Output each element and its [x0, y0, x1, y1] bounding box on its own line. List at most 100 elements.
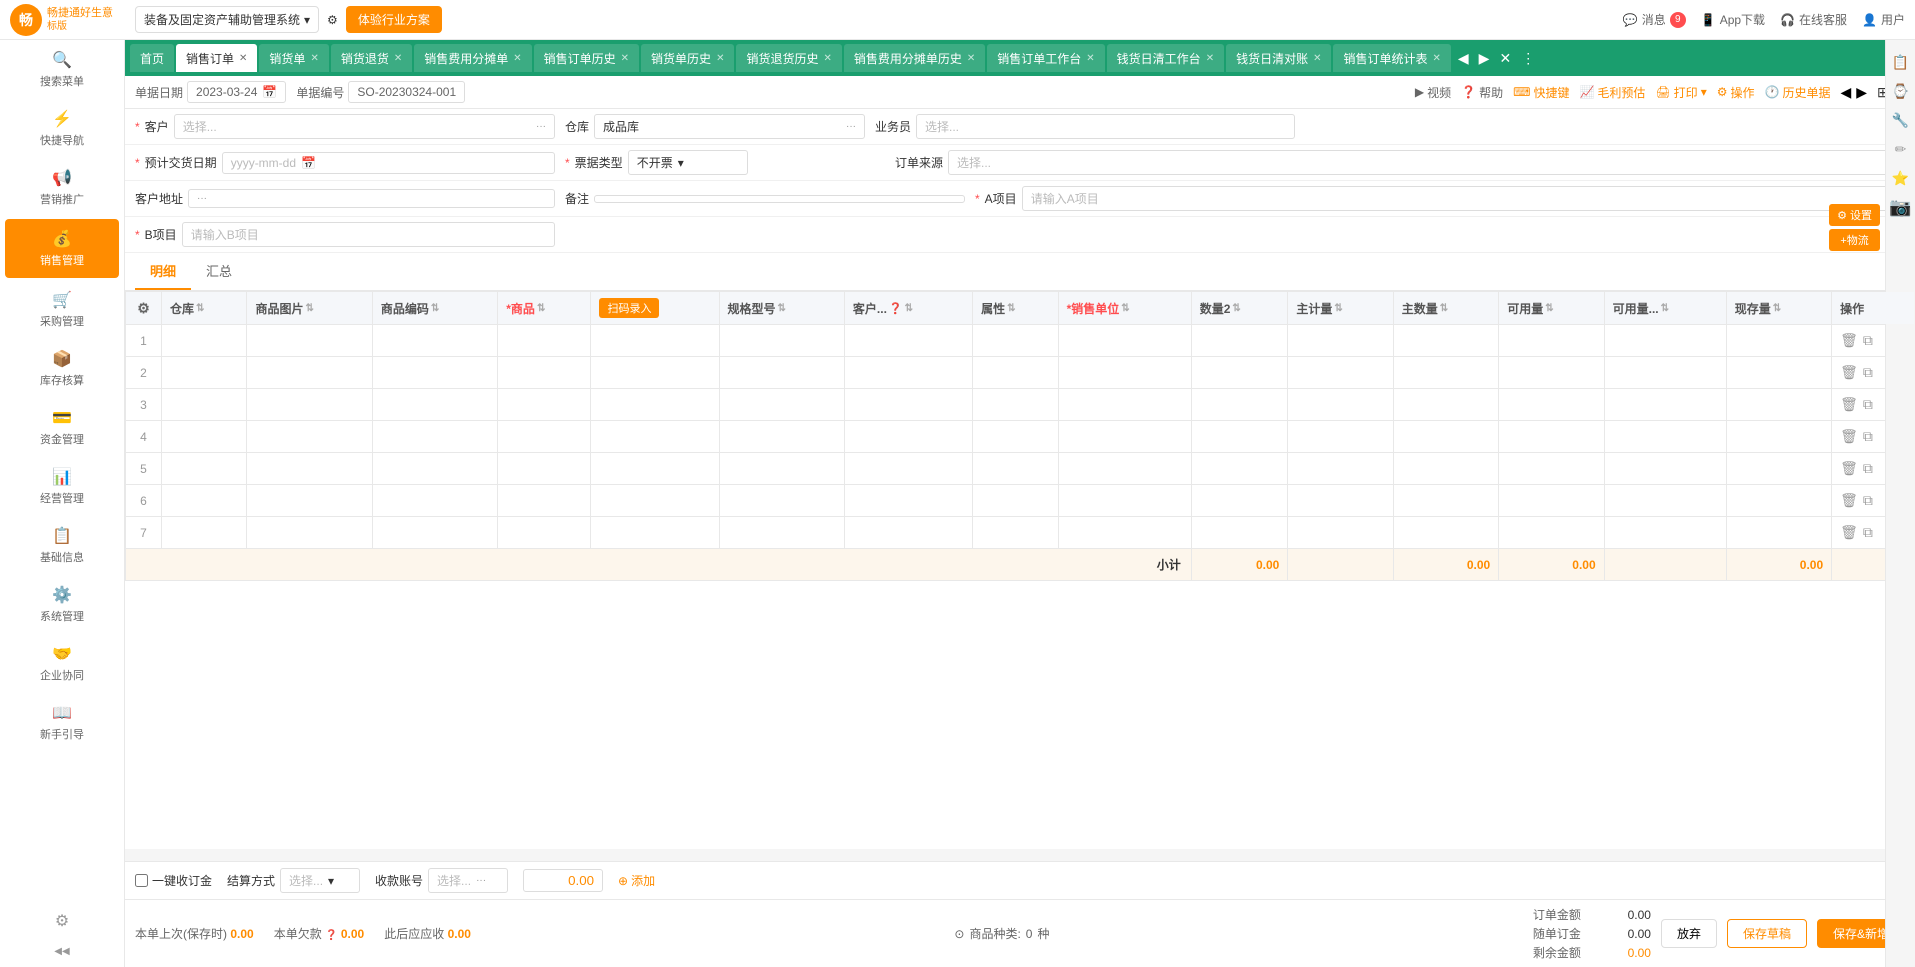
tab-sales-goods[interactable]: 销货单 ✕ [259, 44, 328, 72]
sidebar-item-guide[interactable]: 📖 新手引导 [0, 693, 124, 752]
th-goods[interactable]: *商品⇅ [498, 292, 591, 325]
horizontal-scrollbar[interactable] [125, 849, 1915, 861]
next-record-btn[interactable]: ▶ [1856, 84, 1867, 101]
th-attribute[interactable]: 属性⇅ [973, 292, 1058, 325]
help-btn[interactable]: ❓ 帮助 [1461, 84, 1503, 101]
th-goods-image[interactable]: 商品图片⇅ [247, 292, 372, 325]
tab-sales-order-history[interactable]: 销售订单历史 ✕ [534, 44, 639, 72]
side-panel-icon-5[interactable]: ⭐ [1889, 166, 1913, 190]
sidebar-item-purchase[interactable]: 🛒 采购管理 [0, 280, 124, 339]
customer-address-input[interactable]: ··· [188, 189, 555, 208]
side-panel-icon-3[interactable]: 🔧 [1889, 108, 1913, 132]
tab-close-icon[interactable]: ✕ [1206, 53, 1214, 64]
th-sales-unit[interactable]: *销售单位⇅ [1058, 292, 1191, 325]
tab-nav-next[interactable]: ▶ [1474, 50, 1495, 67]
copy-icon[interactable]: ⧉ [1863, 364, 1873, 381]
th-available2[interactable]: 可用量...⇅ [1604, 292, 1726, 325]
row-warehouse[interactable] [162, 325, 247, 357]
row-qty2[interactable] [1191, 325, 1288, 357]
side-panel-icon-6[interactable]: 📷 [1889, 195, 1913, 219]
row-current[interactable] [1726, 325, 1831, 357]
row-goods-code[interactable] [372, 325, 497, 357]
industry-btn[interactable]: 体验行业方案 [346, 6, 442, 33]
discard-btn[interactable]: 放弃 [1661, 919, 1717, 948]
th-gear[interactable]: ⚙ [126, 292, 162, 325]
th-main-qty[interactable]: 主数量⇅ [1393, 292, 1498, 325]
settings-gear[interactable]: ⚙ [327, 13, 338, 27]
tab-close-icon[interactable]: ✕ [823, 53, 831, 64]
th-qty2[interactable]: 数量2⇅ [1191, 292, 1288, 325]
row-customer[interactable] [844, 325, 972, 357]
row-attribute[interactable] [973, 325, 1058, 357]
scan-btn[interactable]: 扫码录入 [599, 298, 659, 318]
tab-close-icon[interactable]: ✕ [1433, 53, 1441, 64]
tab-sales-expense[interactable]: 销售费用分摊单 ✕ [414, 44, 531, 72]
delete-icon[interactable]: 🗑 [1840, 524, 1858, 541]
warehouse-more-icon[interactable]: ··· [846, 121, 856, 132]
history-btn[interactable]: 🕐 历史单据 [1765, 84, 1831, 101]
tab-goods-history[interactable]: 销货单历史 ✕ [641, 44, 734, 72]
row-goods-image[interactable] [247, 325, 372, 357]
user-btn[interactable]: 👤 用户 [1862, 11, 1905, 28]
gear-icon[interactable]: ⚙ [137, 300, 150, 316]
save-draft-btn[interactable]: 保存草稿 [1727, 919, 1807, 948]
tab-detail[interactable]: 明细 [135, 253, 191, 290]
tab-sales-stats[interactable]: 销售订单统计表 ✕ [1333, 44, 1450, 72]
th-available[interactable]: 可用量⇅ [1499, 292, 1604, 325]
delete-icon[interactable]: 🗑 [1840, 332, 1858, 349]
message-btn[interactable]: 💬 消息 9 [1623, 11, 1686, 28]
sidebar-item-enterprise[interactable]: 🤝 企业协同 [0, 634, 124, 693]
sidebar-item-shortcuts[interactable]: ⚡ 快捷导航 [0, 99, 124, 158]
add-goods-btn[interactable]: +物流 [1829, 229, 1880, 251]
receipt-amount-input[interactable] [523, 869, 603, 892]
address-more-icon[interactable]: ··· [197, 193, 207, 204]
tab-nav-menu[interactable]: ⋮ [1516, 50, 1540, 67]
tab-home[interactable]: 首页 [130, 44, 174, 72]
sidebar-item-operations[interactable]: 📊 经营管理 [0, 457, 124, 516]
row-spec[interactable] [719, 325, 844, 357]
tab-close-icon[interactable]: ✕ [621, 53, 629, 64]
customer-more-icon[interactable]: ··· [536, 121, 546, 132]
sidebar-item-marketing[interactable]: 📢 营销推广 [0, 158, 124, 217]
copy-icon[interactable]: ⧉ [1863, 428, 1873, 445]
copy-icon[interactable]: ⧉ [1863, 396, 1873, 413]
side-panel-icon-4[interactable]: ✏ [1889, 137, 1913, 161]
customer-input[interactable]: 选择... ··· [174, 114, 555, 139]
a-project-input[interactable]: 请输入A项目 [1022, 186, 1905, 211]
th-spec[interactable]: 规格型号⇅ [719, 292, 844, 325]
sidebar-item-basic-info[interactable]: 📋 基础信息 [0, 516, 124, 575]
th-goods-code[interactable]: 商品编码⇅ [372, 292, 497, 325]
delete-icon[interactable]: 🗑 [1840, 396, 1858, 413]
operations-btn[interactable]: ⚙ 操作 [1717, 84, 1755, 101]
receipt-select[interactable]: 选择... ··· [428, 868, 508, 893]
settlement-select[interactable]: 选择... ▾ [280, 868, 360, 893]
row-scan[interactable] [591, 325, 719, 357]
tab-nav-close-all[interactable]: ✕ [1494, 50, 1516, 67]
online-support-btn[interactable]: 🎧 在线客服 [1780, 11, 1847, 28]
tab-close-icon[interactable]: ✕ [967, 53, 975, 64]
tab-sales-return[interactable]: 销货退货 ✕ [331, 44, 412, 72]
single-date-input[interactable]: 2023-03-24 📅 [187, 81, 286, 103]
row-goods[interactable] [498, 325, 591, 357]
settings-footer-icon[interactable]: ⚙ [55, 911, 69, 931]
th-current[interactable]: 现存量⇅ [1726, 292, 1831, 325]
copy-icon[interactable]: ⧉ [1863, 460, 1873, 477]
tab-nav-prev[interactable]: ◀ [1453, 50, 1474, 67]
tab-expense-history[interactable]: 销售费用分摊单历史 ✕ [844, 44, 985, 72]
delivery-date-input[interactable]: yyyy-mm-dd 📅 [222, 152, 555, 174]
single-num-display[interactable]: SO-20230324-001 [348, 81, 465, 103]
print-btn[interactable]: 🖨 打印 ▾ [1655, 84, 1706, 101]
th-scan[interactable]: 扫码录入 [591, 292, 719, 325]
invoice-type-select[interactable]: 不开票 ▾ [628, 150, 748, 175]
tab-close-icon[interactable]: ✕ [716, 53, 724, 64]
th-main-unit[interactable]: 主计量⇅ [1288, 292, 1393, 325]
order-source-input[interactable]: 选择... [948, 150, 1905, 175]
one-click-checkout-checkbox[interactable] [135, 874, 148, 887]
profit-btn[interactable]: 📈 毛利预估 [1579, 84, 1645, 101]
sidebar-item-search[interactable]: 🔍 搜索菜单 [0, 40, 124, 99]
side-panel-icon-2[interactable]: ⌚ [1889, 79, 1913, 103]
tab-close-icon[interactable]: ✕ [239, 53, 247, 64]
tab-close-icon[interactable]: ✕ [1086, 53, 1094, 64]
warehouse-input[interactable]: 成品库 ··· [594, 114, 865, 139]
th-warehouse[interactable]: 仓库⇅ [162, 292, 247, 325]
